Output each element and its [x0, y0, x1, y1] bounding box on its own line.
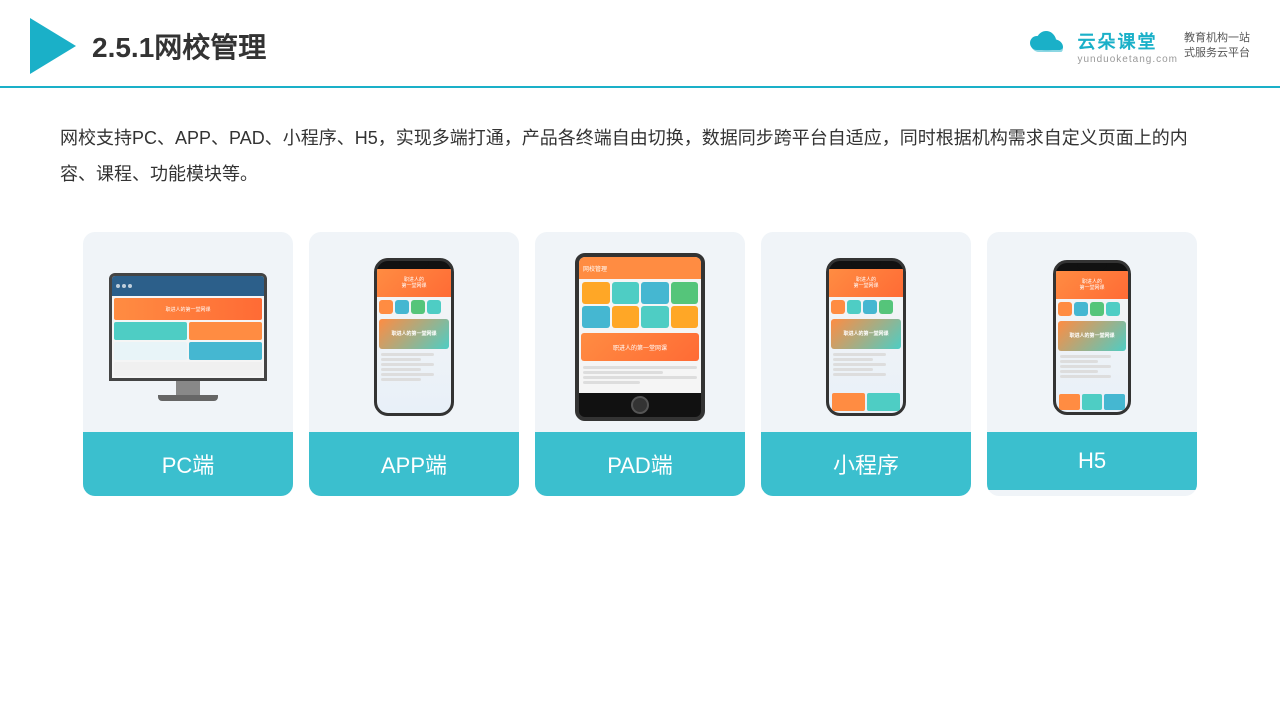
card-app-label: APP端 — [309, 432, 519, 496]
card-app-image: 职进人的第一堂网课 职进人的第一堂网课 — [309, 232, 519, 432]
tablet-pad-icon: 网校管理 职进人的第一堂网课 — [575, 253, 705, 421]
logo-url: yunduoketang.com — [1077, 54, 1178, 65]
card-h5-image: 职进人的第一堂网课 职进人的第一堂网课 — [987, 232, 1197, 432]
card-miniprogram: 职进人的第一堂网课 职进人的第一堂网课 — [761, 232, 971, 496]
cloud-icon — [1023, 30, 1071, 62]
card-pc-label: PC端 — [83, 432, 293, 496]
logo-name: 云朵课堂 — [1077, 28, 1178, 54]
logo-text-group: 云朵课堂 yunduoketang.com — [1077, 28, 1178, 65]
page-description: 网校支持PC、APP、PAD、小程序、H5，实现多端打通，产品各终端自由切换，数… — [0, 88, 1280, 212]
card-pad: 网校管理 职进人的第一堂网课 — [535, 232, 745, 496]
card-app: 职进人的第一堂网课 职进人的第一堂网课 — [309, 232, 519, 496]
brand-triangle-icon — [30, 18, 76, 74]
header-left: 2.5.1网校管理 — [30, 18, 266, 74]
card-pad-label: PAD端 — [535, 432, 745, 496]
card-h5: 职进人的第一堂网课 职进人的第一堂网课 — [987, 232, 1197, 496]
phone-app-icon: 职进人的第一堂网课 职进人的第一堂网课 — [374, 258, 454, 416]
cloud-logo-group: 云朵课堂 yunduoketang.com 教育机构一站式服务云平台 — [1023, 28, 1250, 65]
card-pad-image: 网校管理 职进人的第一堂网课 — [535, 232, 745, 432]
pc-monitor-icon: 职进人的第一堂网课 — [103, 273, 273, 401]
phone-h5-icon: 职进人的第一堂网课 职进人的第一堂网课 — [1053, 260, 1131, 415]
logo-tagline: 教育机构一站式服务云平台 — [1184, 31, 1250, 62]
phone-miniprogram-icon: 职进人的第一堂网课 职进人的第一堂网课 — [826, 258, 906, 416]
brand-logo: 云朵课堂 yunduoketang.com 教育机构一站式服务云平台 — [1023, 28, 1250, 65]
page-title: 2.5.1网校管理 — [92, 26, 266, 66]
device-cards-container: 职进人的第一堂网课 PC端 — [0, 212, 1280, 526]
card-h5-label: H5 — [987, 432, 1197, 490]
page-header: 2.5.1网校管理 云朵课堂 yunduoketang.com 教育机构一站式服… — [0, 0, 1280, 88]
card-miniprogram-label: 小程序 — [761, 432, 971, 496]
card-pc: 职进人的第一堂网课 PC端 — [83, 232, 293, 496]
description-text: 网校支持PC、APP、PAD、小程序、H5，实现多端打通，产品各终端自由切换，数… — [60, 120, 1220, 192]
card-pc-image: 职进人的第一堂网课 — [83, 232, 293, 432]
card-miniprogram-image: 职进人的第一堂网课 职进人的第一堂网课 — [761, 232, 971, 432]
